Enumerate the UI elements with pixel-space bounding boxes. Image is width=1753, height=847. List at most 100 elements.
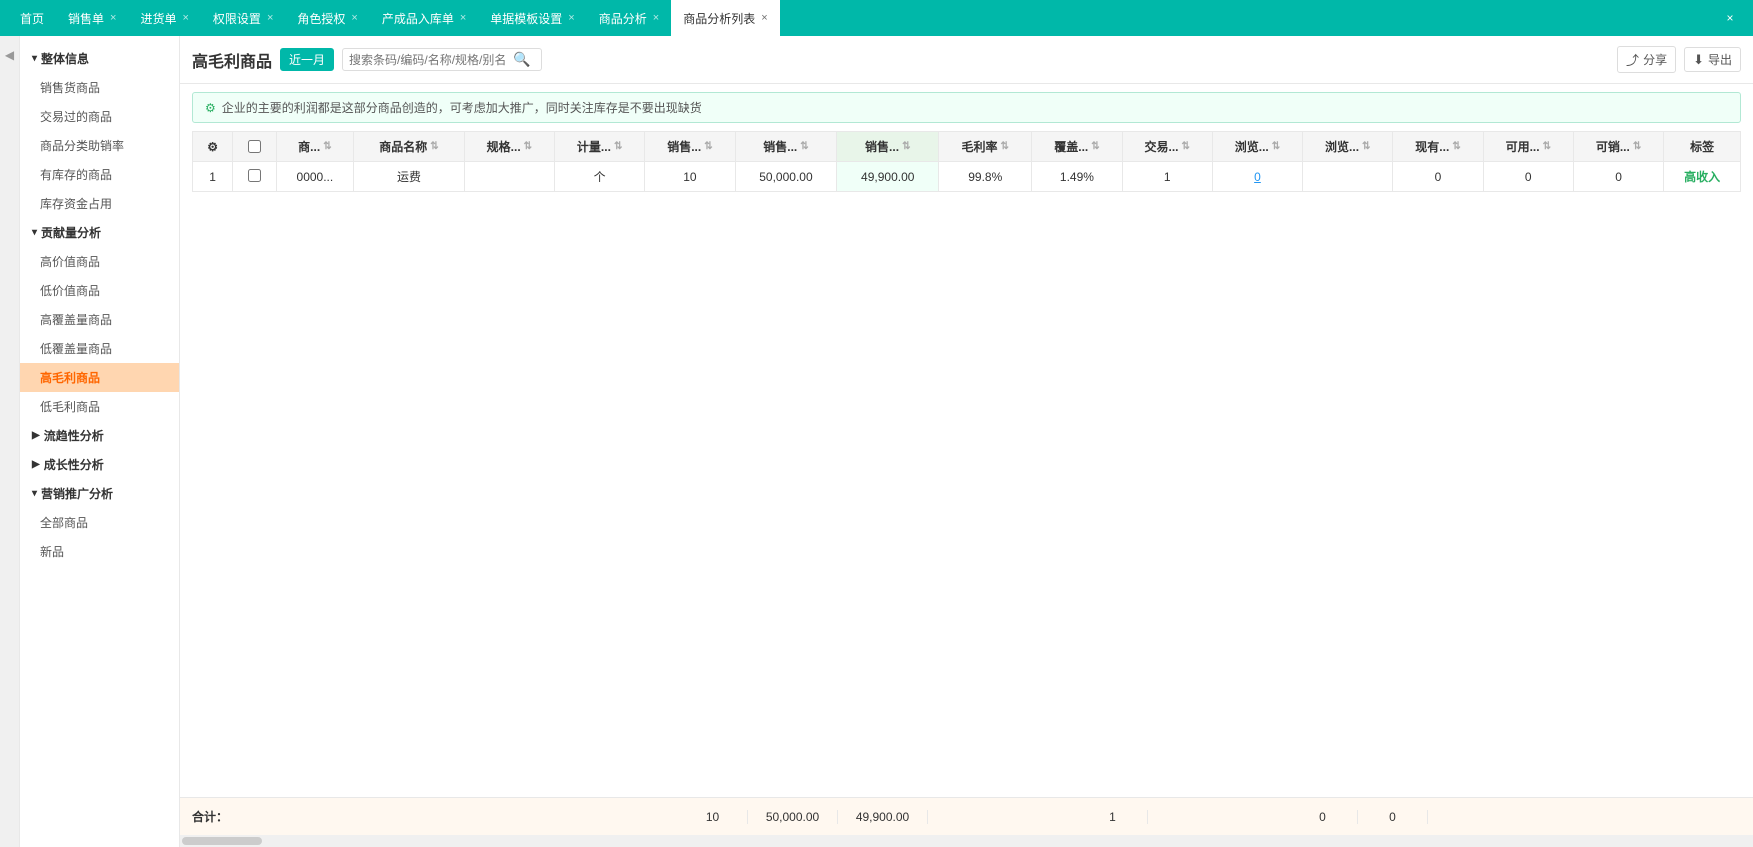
- sidebar-collapse-button[interactable]: ◀: [0, 36, 20, 847]
- cell-unit: 个: [555, 162, 645, 192]
- sidebar-item-stock-funds[interactable]: 库存资金占用: [20, 189, 179, 218]
- expand-arrow-icon: ▾: [32, 53, 37, 64]
- sidebar-item-low-margin[interactable]: 低毛利商品: [20, 392, 179, 421]
- sidebar-item-new-goods[interactable]: 新品: [20, 537, 179, 566]
- col-browse1[interactable]: 浏览... ⇅: [1212, 132, 1302, 162]
- sort-icon: ⇅: [323, 141, 331, 152]
- col-tag: 标签: [1664, 132, 1741, 162]
- close-icon[interactable]: ×: [761, 12, 767, 24]
- col-name[interactable]: 商品名称 ⇅: [354, 132, 465, 162]
- filter-recent-month-button[interactable]: 近一月: [280, 48, 334, 71]
- content-header: 高毛利商品 近一月 🔍 ⤴ 分享 ⬇ 导出: [180, 36, 1753, 84]
- col-available[interactable]: 可用... ⇅: [1483, 132, 1573, 162]
- close-icon[interactable]: ×: [110, 12, 116, 24]
- cell-index: 1: [193, 162, 233, 192]
- nav-home[interactable]: 首页: [8, 0, 56, 36]
- sidebar-group-overall[interactable]: ▾ 整体信息: [20, 44, 179, 73]
- top-navigation: 首页 销售单 × 进货单 × 权限设置 × 角色授权 × 产成品入库单 × 单据…: [0, 0, 1753, 36]
- sort-icon: ⇅: [1182, 141, 1190, 152]
- cell-current-stock: 0: [1393, 162, 1483, 192]
- sidebar-item-category-rate[interactable]: 商品分类助销率: [20, 131, 179, 160]
- sort-icon: ⇅: [1272, 141, 1280, 152]
- export-button[interactable]: ⬇ 导出: [1684, 47, 1741, 72]
- sidebar-item-in-stock[interactable]: 有库存的商品: [20, 160, 179, 189]
- search-input[interactable]: [349, 53, 509, 67]
- col-browse2[interactable]: 浏览... ⇅: [1303, 132, 1393, 162]
- sidebar-group-marketing[interactable]: ▾ 营销推广分析: [20, 479, 179, 508]
- sort-icon: ⇅: [614, 141, 622, 152]
- nav-permission[interactable]: 权限设置 ×: [201, 0, 285, 36]
- horizontal-scrollbar[interactable]: [180, 835, 1753, 847]
- info-banner: ⚙ 企业的主要的利润都是这部分商品创造的，可考虑加大推广，同时关注库存是不要出现…: [192, 92, 1741, 123]
- cell-spec: [464, 162, 554, 192]
- col-sales-profit[interactable]: 销售... ⇅: [837, 132, 939, 162]
- sort-icon: ⇅: [524, 141, 532, 152]
- footer-available: 0: [1358, 810, 1428, 824]
- expand-arrow-icon: ▾: [32, 227, 37, 238]
- nav-purchase[interactable]: 进货单 ×: [128, 0, 200, 36]
- sort-icon: ⇅: [1452, 141, 1460, 152]
- expand-arrow-icon: ▾: [32, 488, 37, 499]
- search-icon[interactable]: 🔍: [513, 51, 530, 68]
- sidebar-group-growth[interactable]: ▶ 成长性分析: [20, 450, 179, 479]
- sort-icon: ⇅: [1091, 141, 1099, 152]
- nav-template[interactable]: 单据模板设置 ×: [478, 0, 586, 36]
- export-icon: ⬇: [1693, 52, 1704, 68]
- nav-product-entry[interactable]: 产成品入库单 ×: [370, 0, 478, 36]
- footer-trade: 1: [1078, 810, 1148, 824]
- close-window-button[interactable]: ×: [1715, 0, 1745, 36]
- col-current-stock[interactable]: 现有... ⇅: [1393, 132, 1483, 162]
- sidebar-item-high-coverage[interactable]: 高覆盖量商品: [20, 305, 179, 334]
- cell-gross-rate: 99.8%: [939, 162, 1032, 192]
- cell-trade: 1: [1122, 162, 1212, 192]
- col-unit[interactable]: 计量... ⇅: [555, 132, 645, 162]
- close-icon[interactable]: ×: [182, 12, 188, 24]
- col-trade[interactable]: 交易... ⇅: [1122, 132, 1212, 162]
- col-sellable[interactable]: 可销... ⇅: [1573, 132, 1663, 162]
- sort-icon: ⇅: [800, 141, 808, 152]
- col-gross-rate[interactable]: 毛利率 ⇅: [939, 132, 1032, 162]
- cell-checkbox[interactable]: [233, 162, 276, 192]
- data-table: ⚙ 商... ⇅: [192, 131, 1741, 192]
- cell-sales-profit: 49,900.00: [837, 162, 939, 192]
- close-icon[interactable]: ×: [351, 12, 357, 24]
- footer-sales-profit: 49,900.00: [838, 810, 928, 824]
- expand-arrow-icon: ▶: [32, 459, 40, 470]
- cell-browse1[interactable]: 0: [1212, 162, 1302, 192]
- cell-available: 0: [1483, 162, 1573, 192]
- sidebar-item-low-value[interactable]: 低价值商品: [20, 276, 179, 305]
- col-spec[interactable]: 规格... ⇅: [464, 132, 554, 162]
- sidebar-item-traded-goods[interactable]: 交易过的商品: [20, 102, 179, 131]
- share-button[interactable]: ⤴ 分享: [1617, 46, 1676, 73]
- select-all-checkbox[interactable]: [248, 140, 261, 153]
- header-actions: ⤴ 分享 ⬇ 导出: [1617, 46, 1741, 73]
- sidebar-item-high-value[interactable]: 高价值商品: [20, 247, 179, 276]
- cell-sales-amt: 50,000.00: [735, 162, 837, 192]
- close-icon[interactable]: ×: [653, 12, 659, 24]
- sidebar-item-all-goods[interactable]: 全部商品: [20, 508, 179, 537]
- row-checkbox[interactable]: [248, 169, 261, 182]
- nav-role[interactable]: 角色授权 ×: [285, 0, 369, 36]
- scrollbar-thumb[interactable]: [182, 837, 262, 845]
- nav-sales[interactable]: 销售单 ×: [56, 0, 128, 36]
- sort-icon: ⇅: [430, 141, 438, 152]
- close-icon[interactable]: ×: [568, 12, 574, 24]
- sidebar-item-sales-goods[interactable]: 销售货商品: [20, 73, 179, 102]
- col-code[interactable]: 商... ⇅: [276, 132, 354, 162]
- nav-product-analysis-list[interactable]: 商品分析列表 ×: [671, 0, 779, 36]
- content-area: 高毛利商品 近一月 🔍 ⤴ 分享 ⬇ 导出 ⚙ 企业的主要的利润都是这部分商品创…: [180, 36, 1753, 847]
- close-icon[interactable]: ×: [267, 12, 273, 24]
- sort-icon: ⇅: [1543, 141, 1551, 152]
- cell-coverage: 1.49%: [1032, 162, 1122, 192]
- settings-icon[interactable]: ⚙: [207, 140, 218, 154]
- nav-product-analysis[interactable]: 商品分析 ×: [587, 0, 671, 36]
- sidebar: ▾ 整体信息 销售货商品 交易过的商品 商品分类助销率 有库存的商品 库存资金占…: [20, 36, 180, 847]
- sidebar-group-contribution[interactable]: ▾ 贡献量分析: [20, 218, 179, 247]
- sidebar-item-high-margin[interactable]: 高毛利商品: [20, 363, 179, 392]
- sidebar-item-low-coverage[interactable]: 低覆盖量商品: [20, 334, 179, 363]
- col-sales-amt[interactable]: 销售... ⇅: [735, 132, 837, 162]
- col-coverage[interactable]: 覆盖... ⇅: [1032, 132, 1122, 162]
- col-sales-qty[interactable]: 销售... ⇅: [645, 132, 735, 162]
- close-icon[interactable]: ×: [460, 12, 466, 24]
- sidebar-group-trend[interactable]: ▶ 流趋性分析: [20, 421, 179, 450]
